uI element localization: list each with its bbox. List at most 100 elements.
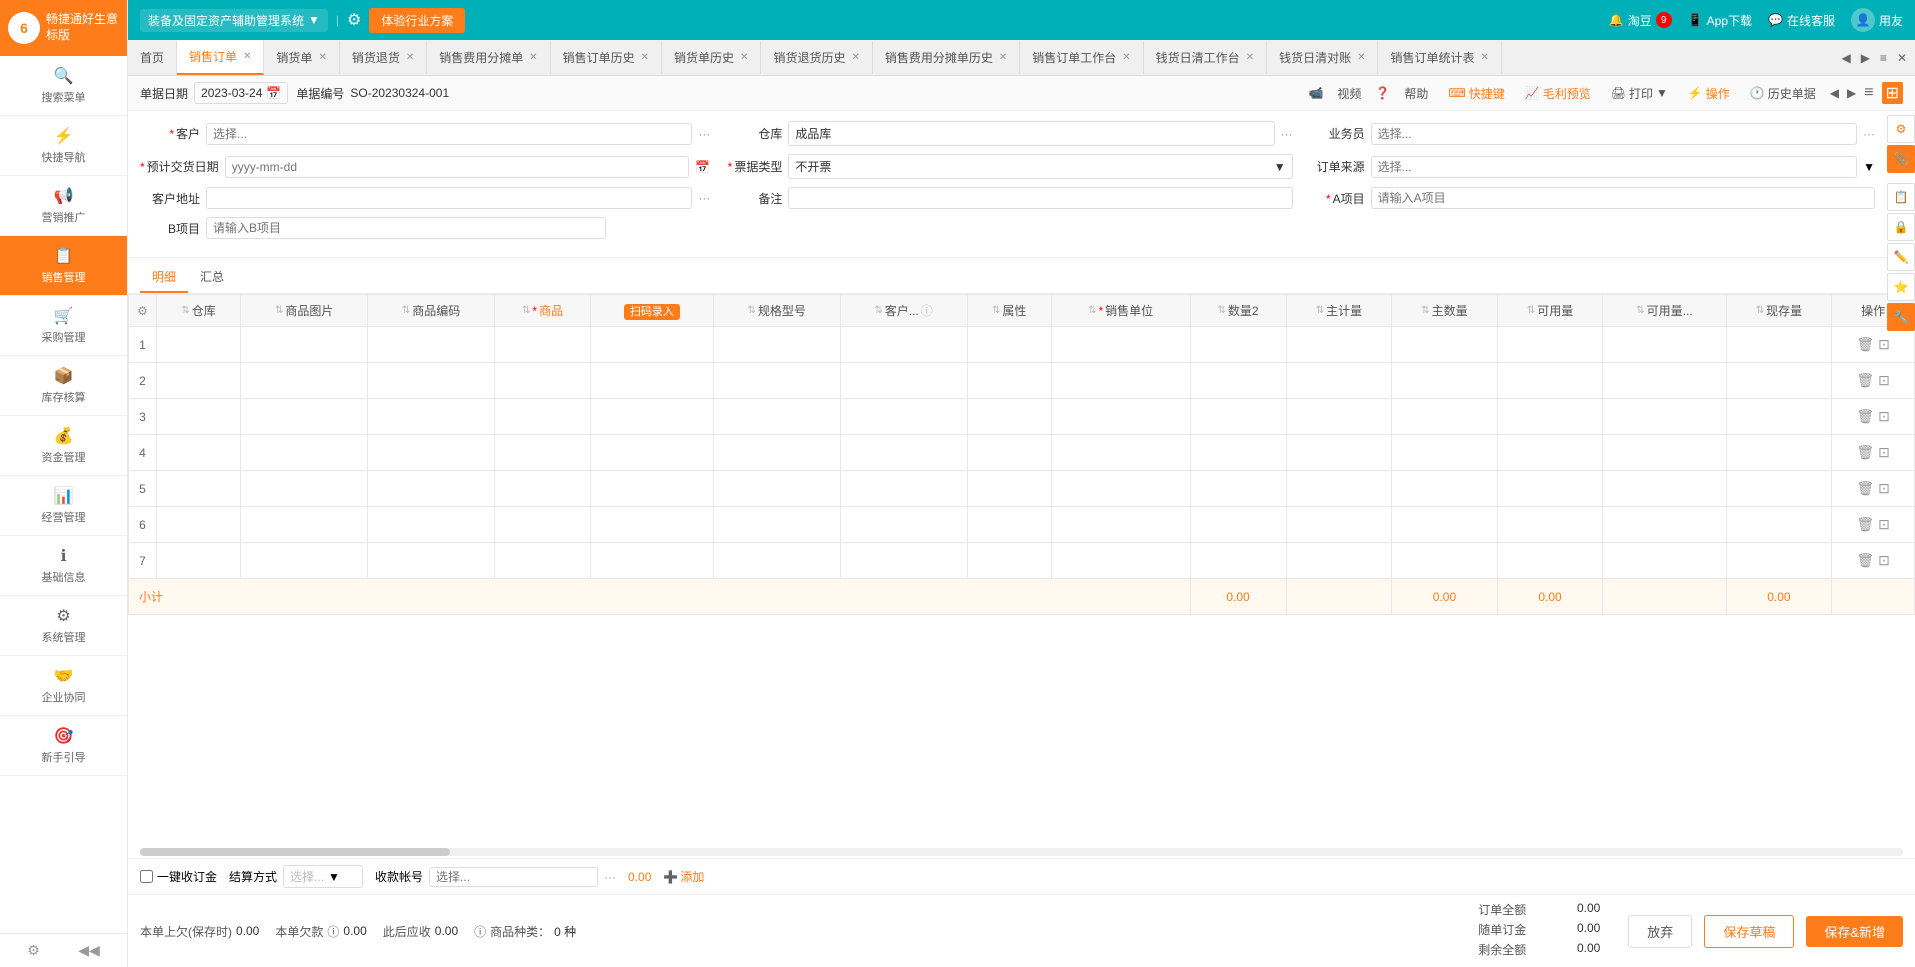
row-3-warehouse[interactable] [157, 399, 241, 435]
tab-cash-reconcile-close[interactable]: ✕ [1357, 52, 1365, 63]
tab-order-workbench-close[interactable]: ✕ [1122, 52, 1130, 63]
row-2-qty2[interactable] [1190, 363, 1286, 399]
a-project-input[interactable] [1371, 187, 1875, 209]
delete-icon-4[interactable]: 🗑 [1856, 444, 1874, 461]
row-1-spec[interactable] [713, 327, 840, 363]
tab-expense-history-close[interactable]: ✕ [999, 52, 1007, 63]
tab-sales-order[interactable]: 销售订单 ✕ [177, 40, 264, 75]
gear-icon[interactable]: ⚙ [137, 304, 148, 318]
sidebar-item-inventory[interactable]: 📦 库存核算 [0, 356, 127, 416]
sidebar-item-finance[interactable]: 💰 资金管理 [0, 416, 127, 476]
staff-dots[interactable]: ··· [1863, 127, 1875, 141]
settings-side-btn[interactable]: ⚙ [1887, 115, 1915, 143]
view-btn[interactable]: 视频 [1331, 83, 1367, 104]
notes-input[interactable] [788, 187, 1292, 209]
customer-dots[interactable]: ··· [698, 127, 710, 141]
row-2-warehouse[interactable] [157, 363, 241, 399]
attach-side-btn[interactable]: 📎 [1887, 145, 1915, 173]
date-input[interactable]: 2023-03-24 📅 [194, 82, 288, 104]
account-input[interactable] [429, 867, 598, 887]
sidebar-item-enterprise[interactable]: 🤝 企业协同 [0, 656, 127, 716]
tab-sales-return-close[interactable]: ✕ [406, 52, 414, 63]
warehouse-select[interactable]: 成品库 [788, 121, 1274, 146]
staff-input[interactable] [1371, 123, 1857, 145]
copy-icon-6[interactable]: ⊡ [1878, 516, 1890, 533]
tab-sales-expense-close[interactable]: ✕ [529, 52, 537, 63]
online-support-area[interactable]: 💬 在线客服 [1768, 12, 1835, 29]
panel-btn-5[interactable]: 🔧 [1887, 303, 1915, 331]
tab-cash-workbench[interactable]: 钱货日清工作台 ✕ [1144, 41, 1267, 74]
system-title-dropdown[interactable]: 装备及固定资产辅助管理系统 ▼ [140, 9, 328, 32]
user-area[interactable]: 👤 用友 [1851, 8, 1903, 32]
tab-return-history-close[interactable]: ✕ [851, 52, 859, 63]
scan-btn-header[interactable]: 扫码录入 [624, 304, 680, 320]
tab-next-arrow[interactable]: ▶ [1857, 49, 1874, 67]
customer-code-info-icon[interactable]: ⓘ [921, 302, 933, 319]
tab-sales-stats-close[interactable]: ✕ [1481, 52, 1489, 63]
row-1-avail-qty[interactable] [1497, 327, 1603, 363]
row-2-main-unit[interactable] [1286, 363, 1392, 399]
delivery-date-input[interactable] [225, 156, 690, 178]
tab-return-history[interactable]: 销货退货历史 ✕ [761, 41, 872, 74]
panel-btn-2[interactable]: 🔒 [1887, 213, 1915, 241]
help-btn[interactable]: 帮助 [1398, 83, 1434, 104]
quick-checkout-input[interactable] [140, 870, 153, 883]
delete-icon-5[interactable]: 🗑 [1856, 480, 1874, 497]
row-2-main-qty[interactable] [1392, 363, 1498, 399]
row-2-stock[interactable] [1726, 363, 1832, 399]
row-1-avail-more[interactable] [1603, 327, 1726, 363]
row-1-main-unit[interactable] [1286, 327, 1392, 363]
print-btn[interactable]: 🖨 打印 ▼ [1605, 83, 1674, 104]
tab-prev-arrow[interactable]: ◀ [1837, 49, 1854, 67]
scrollbar-thumb[interactable] [140, 848, 450, 856]
collapse-sidebar-icon[interactable]: ◀◀ [78, 942, 100, 959]
copy-icon-7[interactable]: ⊡ [1878, 552, 1890, 569]
warehouse-dots[interactable]: ··· [1281, 127, 1293, 141]
sidebar-item-basic-info[interactable]: ℹ 基础信息 [0, 536, 127, 596]
tab-close-all-icon[interactable]: ✕ [1893, 49, 1911, 67]
address-input[interactable] [206, 187, 692, 209]
account-dots[interactable]: ··· [604, 870, 616, 884]
list-view-icon[interactable]: ≡ [1864, 84, 1873, 102]
delete-icon-3[interactable]: 🗑 [1856, 408, 1874, 425]
copy-icon-4[interactable]: ⊡ [1878, 444, 1890, 461]
row-1-main-qty[interactable] [1392, 327, 1498, 363]
customer-input[interactable] [206, 123, 692, 145]
sidebar-item-marketing[interactable]: 📢 营销推广 [0, 176, 127, 236]
row-1-unit[interactable] [1051, 327, 1190, 363]
draft-btn[interactable]: 保存草稿 [1704, 915, 1794, 948]
tab-cash-workbench-close[interactable]: ✕ [1246, 52, 1254, 63]
row-2-attribute[interactable] [967, 363, 1051, 399]
tab-sales-invoice-close[interactable]: ✕ [318, 52, 326, 63]
settings-icon[interactable]: ⚙ [347, 10, 361, 30]
row-2-avail-qty[interactable] [1497, 363, 1603, 399]
delete-icon-7[interactable]: 🗑 [1856, 552, 1874, 569]
delete-icon-1[interactable]: 🗑 [1856, 336, 1874, 353]
settings-bottom-icon[interactable]: ⚙ [27, 942, 40, 959]
th-gear[interactable]: ⚙ [129, 295, 157, 327]
sidebar-item-purchase[interactable]: 🛒 采购管理 [0, 296, 127, 356]
operations-btn[interactable]: ⚡ 操作 [1682, 83, 1736, 104]
row-2-avail-more[interactable] [1603, 363, 1726, 399]
tab-detail[interactable]: 明细 [140, 262, 188, 293]
sidebar-item-operations[interactable]: 📊 经营管理 [0, 476, 127, 536]
save-new-btn[interactable]: 保存&新增 [1806, 916, 1903, 947]
tab-sales-order-history[interactable]: 销售订单历史 ✕ [551, 41, 662, 74]
panel-btn-3[interactable]: ✏️ [1887, 243, 1915, 271]
scrollbar-area[interactable] [128, 846, 1915, 858]
notification-area[interactable]: 🔔 淘豆 9 [1609, 12, 1672, 29]
row-2-spec[interactable] [713, 363, 840, 399]
row-1-customer-code[interactable] [840, 327, 967, 363]
discard-btn[interactable]: 放弃 [1628, 915, 1692, 948]
payment-method-select[interactable]: 选择... ▼ [283, 865, 363, 888]
quick-checkout-checkbox[interactable]: 一键收订金 [140, 868, 217, 885]
address-dots[interactable]: ··· [698, 191, 710, 205]
sidebar-item-system[interactable]: ⚙ 系统管理 [0, 596, 127, 656]
tab-sales-stats[interactable]: 销售订单统计表 ✕ [1378, 41, 1501, 74]
order-source-input[interactable] [1371, 156, 1857, 178]
b-project-input[interactable] [206, 217, 606, 239]
tab-home[interactable]: 首页 [128, 41, 177, 74]
tab-sales-return[interactable]: 销货退货 ✕ [340, 41, 427, 74]
copy-icon-2[interactable]: ⊡ [1878, 372, 1890, 389]
tab-invoice-history-close[interactable]: ✕ [740, 52, 748, 63]
